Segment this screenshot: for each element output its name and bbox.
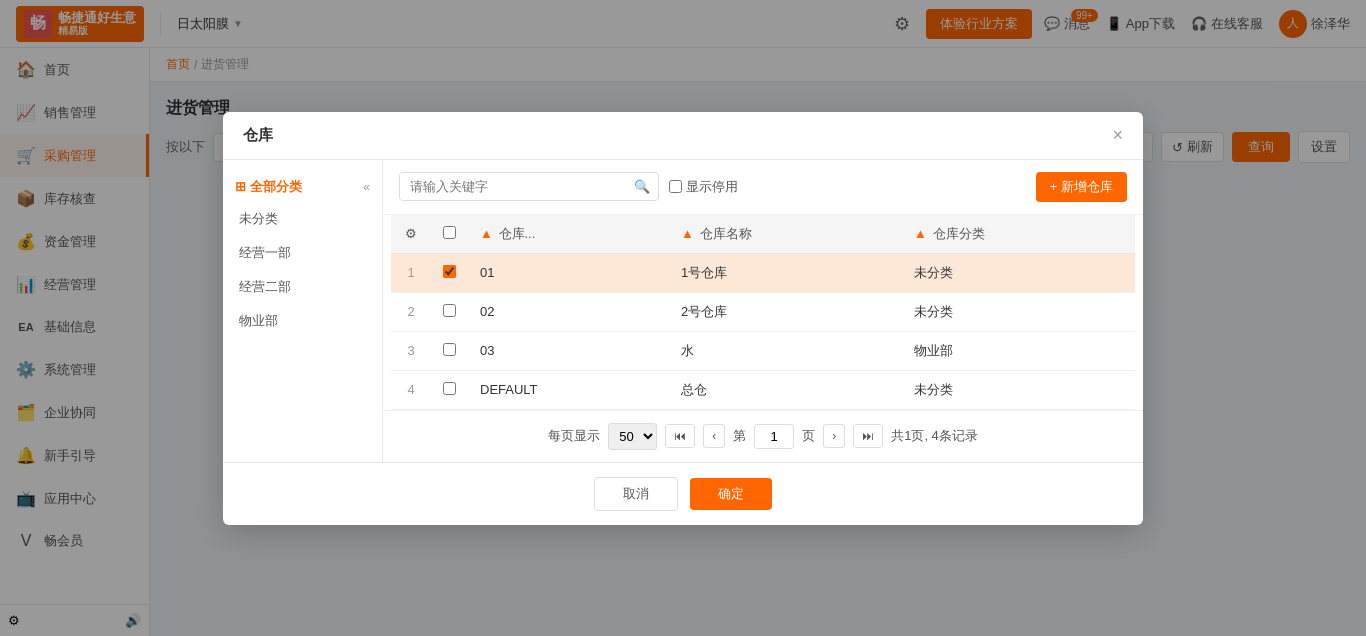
page-number-input[interactable] <box>754 424 794 449</box>
category-panel-header: ⊞ 全部分类 « <box>223 172 382 202</box>
row-name: 总仓 <box>669 370 902 409</box>
prev-page-button[interactable]: ‹ <box>703 424 725 448</box>
row-name: 水 <box>669 331 902 370</box>
row-code: 03 <box>468 331 669 370</box>
show-disabled-label[interactable]: 显示停用 <box>669 178 738 196</box>
select-all-checkbox[interactable] <box>443 226 456 239</box>
row-num: 4 <box>391 370 431 409</box>
row-checkbox-cell <box>431 370 468 409</box>
row-category: 未分类 <box>902 253 1135 292</box>
per-page-select[interactable]: 50 <box>608 423 657 450</box>
category-panel: ⊞ 全部分类 « 未分类 经营一部 经营二部 物业部 <box>223 160 383 462</box>
warehouse-table-container: ⚙ ▲ 仓库... ▲ 仓库名称 <box>383 215 1143 410</box>
row-category: 未分类 <box>902 370 1135 409</box>
modal-body: ⊞ 全部分类 « 未分类 经营一部 经营二部 物业部 🔍 <box>223 160 1143 462</box>
all-categories-label: ⊞ 全部分类 <box>235 178 302 196</box>
table-row[interactable]: 1 01 1号仓库 未分类 <box>391 253 1135 292</box>
col-checkbox-header <box>431 215 468 254</box>
category-item-dept1[interactable]: 经营一部 <box>223 236 382 270</box>
table-header-row: ⚙ ▲ 仓库... ▲ 仓库名称 <box>391 215 1135 254</box>
search-input[interactable] <box>400 173 626 200</box>
warehouse-table: ⚙ ▲ 仓库... ▲ 仓库名称 <box>391 215 1135 410</box>
category-item-property[interactable]: 物业部 <box>223 304 382 338</box>
col-category-header: ▲ 仓库分类 <box>902 215 1135 254</box>
search-box: 🔍 <box>399 172 659 201</box>
show-disabled-checkbox[interactable] <box>669 180 682 193</box>
collapse-icon[interactable]: « <box>363 180 370 194</box>
row-name: 1号仓库 <box>669 253 902 292</box>
settings-col-icon: ⚙ <box>405 226 417 241</box>
row-num: 3 <box>391 331 431 370</box>
row-checkbox[interactable] <box>443 343 456 356</box>
modal-header: 仓库 × <box>223 112 1143 160</box>
row-code: 02 <box>468 292 669 331</box>
right-toolbar: 🔍 显示停用 + 新增仓库 <box>383 160 1143 215</box>
modal-title: 仓库 <box>243 126 273 145</box>
per-page-label: 每页显示 <box>548 427 600 445</box>
modal-overlay[interactable]: 仓库 × ⊞ 全部分类 « 未分类 经营一部 经营二部 物业部 <box>0 0 1366 636</box>
row-checkbox-cell <box>431 253 468 292</box>
sort-icon-2: ▲ <box>681 226 694 241</box>
col-name-header: ▲ 仓库名称 <box>669 215 902 254</box>
row-category: 未分类 <box>902 292 1135 331</box>
modal-close-button[interactable]: × <box>1112 126 1123 144</box>
first-page-button[interactable]: ⏮ <box>665 424 695 448</box>
warehouse-list-panel: 🔍 显示停用 + 新增仓库 ⚙ <box>383 160 1143 462</box>
search-icon[interactable]: 🔍 <box>626 173 658 200</box>
col-settings-header: ⚙ <box>391 215 431 254</box>
sort-icon: ▲ <box>480 226 493 241</box>
total-label: 共1页, 4条记录 <box>891 427 978 445</box>
row-num: 2 <box>391 292 431 331</box>
row-checkbox[interactable] <box>443 304 456 317</box>
row-checkbox-cell <box>431 331 468 370</box>
row-name: 2号仓库 <box>669 292 902 331</box>
row-checkbox[interactable] <box>443 382 456 395</box>
add-warehouse-button[interactable]: + 新增仓库 <box>1036 172 1127 202</box>
row-checkbox[interactable] <box>443 265 456 278</box>
warehouse-modal: 仓库 × ⊞ 全部分类 « 未分类 经营一部 经营二部 物业部 <box>223 112 1143 525</box>
table-row[interactable]: 3 03 水 物业部 <box>391 331 1135 370</box>
confirm-button[interactable]: 确定 <box>690 478 772 510</box>
page-suffix: 页 <box>802 427 815 445</box>
category-item-dept2[interactable]: 经营二部 <box>223 270 382 304</box>
grid-icon: ⊞ <box>235 179 246 194</box>
page-label: 第 <box>733 427 746 445</box>
category-item-uncategorized[interactable]: 未分类 <box>223 202 382 236</box>
pagination: 每页显示 50 ⏮ ‹ 第 页 › ⏭ 共1页, 4条记录 <box>383 410 1143 462</box>
next-page-button[interactable]: › <box>823 424 845 448</box>
sort-icon-3: ▲ <box>914 226 927 241</box>
row-code: DEFAULT <box>468 370 669 409</box>
col-code-header: ▲ 仓库... <box>468 215 669 254</box>
table-row[interactable]: 2 02 2号仓库 未分类 <box>391 292 1135 331</box>
cancel-button[interactable]: 取消 <box>594 477 678 511</box>
table-row[interactable]: 4 DEFAULT 总仓 未分类 <box>391 370 1135 409</box>
modal-footer: 取消 确定 <box>223 462 1143 525</box>
row-category: 物业部 <box>902 331 1135 370</box>
row-num: 1 <box>391 253 431 292</box>
last-page-button[interactable]: ⏭ <box>853 424 883 448</box>
row-checkbox-cell <box>431 292 468 331</box>
row-code: 01 <box>468 253 669 292</box>
